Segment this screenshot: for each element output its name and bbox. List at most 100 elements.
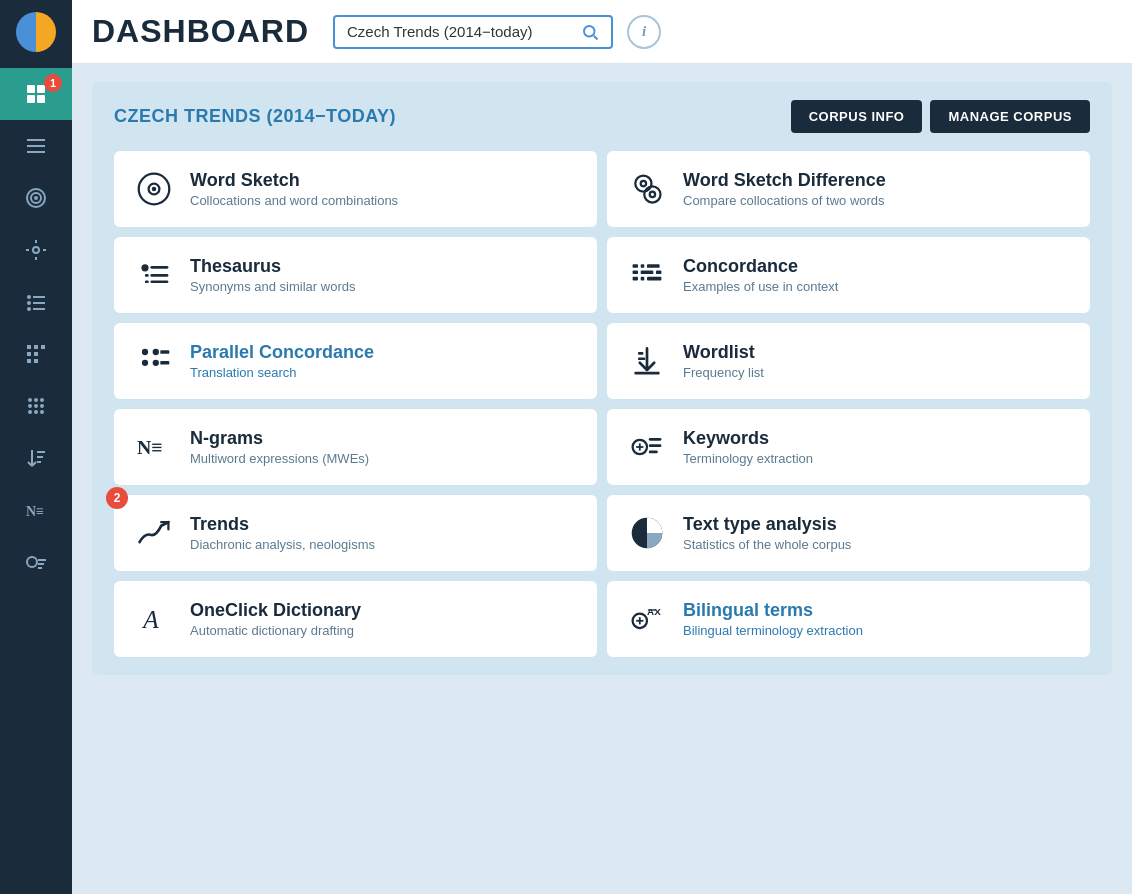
- svg-rect-59: [641, 264, 645, 268]
- svg-point-9: [34, 196, 38, 200]
- svg-rect-17: [27, 345, 31, 349]
- svg-rect-4: [27, 139, 45, 141]
- main-area: DASHBOARD i CZECH TRENDS (2014−TODAY) CO…: [72, 0, 1132, 894]
- tool-word-sketch[interactable]: Word Sketch Collocations and word combin…: [114, 151, 597, 227]
- svg-text:A: A: [141, 606, 159, 633]
- svg-rect-61: [641, 271, 654, 275]
- tool-ngrams[interactable]: N≡ N-grams Multiword expressions (MWEs): [114, 409, 597, 485]
- svg-point-68: [153, 360, 159, 366]
- tool-wordlist[interactable]: Wordlist Frequency list: [607, 323, 1090, 399]
- info-icon: i: [642, 23, 646, 40]
- sidebar-item-keywords[interactable]: [0, 380, 72, 432]
- corpus-manage-button[interactable]: MANAGE CORPUS: [930, 100, 1090, 133]
- word-sketch-diff-desc: Compare collocations of two words: [683, 193, 886, 208]
- oneclick-dict-text: OneClick Dictionary Automatic dictionary…: [190, 600, 361, 639]
- corpus-search-box: [333, 15, 613, 49]
- logo[interactable]: [0, 0, 72, 64]
- tool-keywords[interactable]: Keywords Terminology extraction: [607, 409, 1090, 485]
- svg-point-50: [141, 264, 148, 271]
- parallel-concordance-name: Parallel Concordance: [190, 342, 374, 364]
- word-sketch-name: Word Sketch: [190, 170, 398, 192]
- tool-trends[interactable]: 2 Trends Diachronic analysis, neologisms: [114, 495, 597, 571]
- content-area: CZECH TRENDS (2014−TODAY) CORPUS INFO MA…: [72, 64, 1132, 894]
- bullet-list-icon: [24, 290, 48, 314]
- keywords-name: Keywords: [683, 428, 813, 450]
- sidebar-item-dashboard[interactable]: 1: [0, 68, 72, 120]
- tool-bilingual-terms[interactable]: AX Bilingual terms Bilingual terminology…: [607, 581, 1090, 657]
- svg-rect-21: [34, 352, 38, 356]
- sidebar-item-oneclick[interactable]: N≡: [0, 484, 72, 536]
- oneclick-dict-desc: Automatic dictionary drafting: [190, 623, 361, 638]
- svg-rect-77: [649, 444, 662, 447]
- target-icon: [24, 186, 48, 210]
- sidebar-item-bilingual[interactable]: [0, 536, 72, 588]
- parallel-concordance-text: Parallel Concordance Translation search: [190, 342, 374, 381]
- corpus-search-input[interactable]: [347, 23, 581, 40]
- svg-point-37: [27, 557, 37, 567]
- badge-1: 1: [44, 74, 62, 92]
- svg-point-49: [650, 192, 655, 197]
- oneclick-dict-svg: A: [136, 601, 172, 637]
- svg-point-46: [635, 176, 651, 192]
- svg-rect-35: [37, 461, 41, 463]
- svg-rect-53: [150, 280, 168, 283]
- wordlist-svg: [629, 343, 665, 379]
- keywords-text: Keywords Terminology extraction: [683, 428, 813, 467]
- search-button[interactable]: [581, 23, 599, 41]
- tool-thesaurus[interactable]: Thesaurus Synonyms and similar words: [114, 237, 597, 313]
- svg-rect-33: [37, 451, 45, 453]
- wordlist-desc: Frequency list: [683, 365, 764, 380]
- word-sketch-diff-svg: [629, 171, 665, 207]
- tool-word-sketch-diff[interactable]: Word Sketch Difference Compare collocati…: [607, 151, 1090, 227]
- svg-rect-51: [150, 266, 168, 269]
- svg-point-41: [584, 26, 595, 37]
- svg-point-15: [27, 307, 31, 311]
- bilingual-terms-text: Bilingual terms Bilingual terminology ex…: [683, 600, 863, 639]
- concordance-name: Concordance: [683, 256, 838, 278]
- svg-point-11: [27, 295, 31, 299]
- sidebar-item-settings[interactable]: [0, 224, 72, 276]
- svg-rect-20: [27, 352, 31, 356]
- tool-text-type-analysis[interactable]: Text type analysis Statistics of the who…: [607, 495, 1090, 571]
- sidebar-item-list[interactable]: [0, 120, 72, 172]
- tool-concordance[interactable]: Concordance Examples of use in context: [607, 237, 1090, 313]
- svg-rect-16: [33, 308, 45, 310]
- svg-rect-52: [150, 274, 168, 277]
- sidebar-item-concordance[interactable]: [0, 172, 72, 224]
- search-icon: [581, 23, 599, 41]
- svg-rect-54: [145, 274, 149, 277]
- corpus-action-buttons: CORPUS INFO MANAGE CORPUS: [791, 100, 1090, 133]
- svg-point-48: [644, 186, 660, 202]
- corpus-header: CZECH TRENDS (2014−TODAY) CORPUS INFO MA…: [114, 100, 1090, 133]
- oneclick-dict-name: OneClick Dictionary: [190, 600, 361, 622]
- svg-point-29: [40, 404, 44, 408]
- svg-rect-6: [27, 151, 45, 153]
- concordance-icon: [625, 253, 669, 297]
- text-type-analysis-name: Text type analysis: [683, 514, 851, 536]
- svg-point-65: [142, 349, 148, 355]
- svg-rect-40: [38, 567, 42, 569]
- sidebar-item-wordlist[interactable]: [0, 276, 72, 328]
- trends-svg: [136, 515, 172, 551]
- corpus-info-button[interactable]: CORPUS INFO: [791, 100, 923, 133]
- svg-rect-14: [33, 302, 45, 304]
- bilingual-terms-icon: AX: [625, 597, 669, 641]
- info-button[interactable]: i: [627, 15, 661, 49]
- sidebar-item-ngrams[interactable]: [0, 328, 72, 380]
- svg-rect-55: [145, 280, 149, 283]
- tool-oneclick-dict[interactable]: A OneClick Dictionary Automatic dictiona…: [114, 581, 597, 657]
- svg-rect-72: [638, 352, 643, 355]
- svg-rect-63: [641, 277, 645, 281]
- keywords-desc: Terminology extraction: [683, 451, 813, 466]
- svg-point-13: [27, 301, 31, 305]
- thesaurus-desc: Synonyms and similar words: [190, 279, 355, 294]
- tool-parallel-concordance[interactable]: Parallel Concordance Translation search: [114, 323, 597, 399]
- svg-text:AX: AX: [647, 606, 661, 617]
- svg-rect-60: [647, 264, 660, 268]
- svg-text:N≡: N≡: [137, 436, 163, 458]
- svg-rect-5: [27, 145, 45, 147]
- sidebar-item-trends[interactable]: [0, 432, 72, 484]
- svg-rect-18: [34, 345, 38, 349]
- svg-rect-64: [647, 277, 661, 281]
- text-type-analysis-text: Text type analysis Statistics of the who…: [683, 514, 851, 553]
